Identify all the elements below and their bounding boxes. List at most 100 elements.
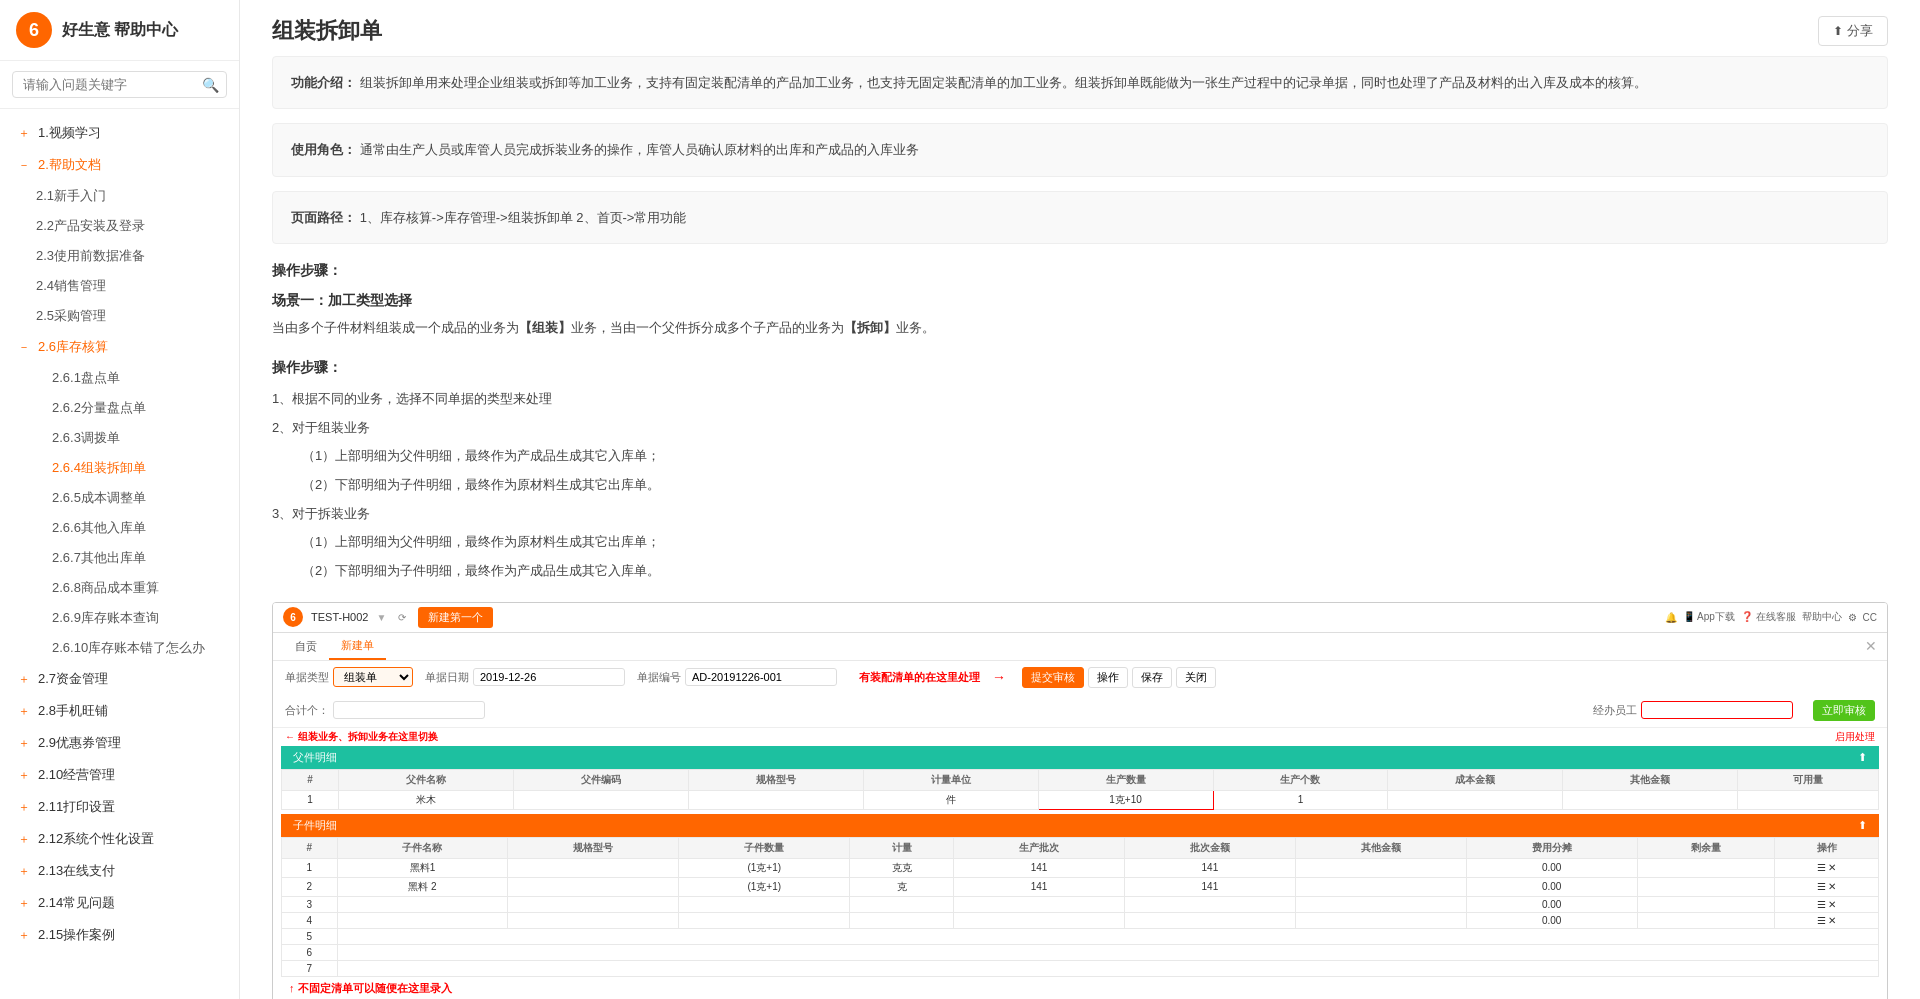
ss-type-label: 单据类型	[285, 670, 329, 685]
ss-upper-th-7: 生产个数	[1213, 769, 1388, 790]
ss-summary-input[interactable]	[333, 701, 485, 719]
sidebar-sub-s2-6-9[interactable]: 2.6.9库存账本查询	[0, 603, 239, 633]
sidebar-sub-s2-4[interactable]: 2.4销售管理	[0, 271, 239, 301]
ss-submit-btn[interactable]: 提交审核	[1022, 667, 1084, 688]
sidebar-sub-s2-2[interactable]: 2.2产品安装及登录	[0, 211, 239, 241]
ss-lower-td-3-7	[1124, 896, 1295, 912]
role-text: 通常由生产人员或库管人员完成拆装业务的操作，库管人员确认原材料的出库和产成品的入…	[360, 142, 919, 157]
sidebar-item-label-s2-7: 2.7资金管理	[38, 670, 108, 688]
sidebar-sub-s2-6-8[interactable]: 2.6.8商品成本重算	[0, 573, 239, 603]
sidebar-sub-s2-6-2[interactable]: 2.6.2分量盘点单	[0, 393, 239, 423]
sidebar-sub-s2-1[interactable]: 2.1新手入门	[0, 181, 239, 211]
ss-worker-input[interactable]	[1641, 701, 1793, 719]
sidebar-item-s1[interactable]: ＋ 1.视频学习	[0, 117, 239, 149]
step-3-2: （2）下部明细为子件明细，最终作为产成品生成其它入库单。	[272, 559, 1888, 584]
ss-nav-close[interactable]: ✕	[1865, 638, 1877, 654]
ss-topbar-icons: 🔔 📱 App下载 ❓ 在线客服 帮助中心 ⚙ CC	[1665, 610, 1877, 624]
plus-icon-2-13: ＋	[16, 863, 32, 879]
ss-new-btn[interactable]: 新建第一个	[418, 607, 493, 628]
ss-lower-th-9: 费用分摊	[1466, 837, 1637, 858]
ss-date-input[interactable]	[473, 668, 625, 686]
ss-nav-tabs: 自贡 新建单 ✕	[273, 633, 1887, 661]
ss-confirm-btn[interactable]: 立即审核	[1813, 700, 1875, 721]
plus-icon-2-10: ＋	[16, 767, 32, 783]
ss-code-input[interactable]	[685, 668, 837, 686]
ss-lower-td-4-1: 4	[282, 912, 338, 928]
step-3-1: （1）上部明细为父件明细，最终作为原材料生成其它出库单；	[272, 530, 1888, 555]
table-row: 5	[282, 928, 1879, 944]
sidebar-sub-s2-6-7[interactable]: 2.6.7其他出库单	[0, 543, 239, 573]
ss-app-logo: 6	[283, 607, 303, 627]
ss-lower-td-3-8	[1295, 896, 1466, 912]
ss-upper-td-1-3	[513, 790, 688, 809]
feature-intro-text: 组装拆卸单用来处理企业组装或拆卸等加工业务，支持有固定装配清单的产品加工业务，也…	[360, 75, 1647, 90]
minus-icon-2-6: －	[16, 339, 32, 355]
sidebar-item-s2-13[interactable]: ＋ 2.13在线支付	[0, 855, 239, 887]
ss-lower-td-1-1: 1	[282, 858, 338, 877]
sidebar-item-s2-10[interactable]: ＋ 2.10经营管理	[0, 759, 239, 791]
ss-lower-th-10: 剩余量	[1637, 837, 1774, 858]
sidebar-item-s2-6[interactable]: － 2.6库存核算	[0, 331, 239, 363]
path-label: 页面路径：	[291, 210, 356, 225]
sidebar-item-s2-14[interactable]: ＋ 2.14常见问题	[0, 887, 239, 919]
search-input[interactable]	[12, 71, 227, 98]
sidebar-sub-s2-6-1[interactable]: 2.6.1盘点单	[0, 363, 239, 393]
ss-type-field: 单据类型 组装单 拆卸单	[285, 667, 413, 687]
sidebar-sub-s2-6-5[interactable]: 2.6.5成本调整单	[0, 483, 239, 513]
sidebar-item-label-s2-11: 2.11打印设置	[38, 798, 115, 816]
ss-upper-section-bar: 父件明细 ⬆	[281, 746, 1879, 769]
ss-save-btn[interactable]: 保存	[1132, 667, 1172, 688]
ss-form-area: 单据类型 组装单 拆卸单 单据日期 单据编号	[273, 661, 1887, 746]
path-text: 1、库存核算->库存管理->组装拆卸单 2、首页->常用功能	[360, 210, 687, 225]
sidebar-sub-s2-6-3[interactable]: 2.6.3调拨单	[0, 423, 239, 453]
ss-lower-bar-icon: ⬆	[1858, 819, 1867, 832]
sidebar-sub-s2-6-4[interactable]: 2.6.4组装拆卸单	[0, 453, 239, 483]
plus-icon-2-11: ＋	[16, 799, 32, 815]
ss-tab-home[interactable]: 自贡	[283, 634, 329, 659]
sidebar-item-s2-9[interactable]: ＋ 2.9优惠券管理	[0, 727, 239, 759]
sidebar-sub-s2-3[interactable]: 2.3使用前数据准备	[0, 241, 239, 271]
ss-dropdown-icon: ▼	[376, 612, 386, 623]
page-header: 组装拆卸单 ⬆ 分享	[240, 0, 1920, 56]
ss-summary-field: 合计个：	[285, 701, 485, 719]
ss-lower-td-3-10	[1637, 896, 1774, 912]
plus-icon-2-8: ＋	[16, 703, 32, 719]
ss-lower-td-2-7: 141	[1124, 877, 1295, 896]
ss-lower-td-7-1: 7	[282, 960, 338, 976]
sidebar: 6 好生意 帮助中心 🔍 ＋ 1.视频学习 － 2.帮助文档 2.1新手入门 2…	[0, 0, 240, 999]
ss-lower-td-4-9: 0.00	[1466, 912, 1637, 928]
ss-phone-icon: 📱 App下载	[1683, 610, 1735, 624]
ss-lower-td-4-11: ☰ ✕	[1775, 912, 1879, 928]
ss-lower-td-4-10	[1637, 912, 1774, 928]
annotation-text-4: ↑ 不固定清单可以随便在这里录入	[289, 982, 452, 994]
ss-close-btn[interactable]: 关闭	[1176, 667, 1216, 688]
ss-lower-td-3-3	[508, 896, 679, 912]
sidebar-sub-s2-6-10[interactable]: 2.6.10库存账本错了怎么办	[0, 633, 239, 663]
sidebar-sub-s2-5[interactable]: 2.5采购管理	[0, 301, 239, 331]
ops-steps-title: 操作步骤：	[272, 359, 1888, 377]
sidebar-item-s2-12[interactable]: ＋ 2.12系统个性化设置	[0, 823, 239, 855]
ss-upper-th-4: 规格型号	[688, 769, 863, 790]
ss-upper-th-2: 父件名称	[338, 769, 513, 790]
ss-lower-td-2-6: 141	[954, 877, 1125, 896]
ss-annotation-area: ← 组装业务、拆卸业务在这里切换 启用处理	[273, 727, 1887, 746]
sidebar-item-s2-7[interactable]: ＋ 2.7资金管理	[0, 663, 239, 695]
sidebar-item-s2-15[interactable]: ＋ 2.15操作案例	[0, 919, 239, 951]
ss-lower-td-1-5: 克克	[850, 858, 954, 877]
scene1-desc: 当由多个子件材料组装成一个成品的业务为【组装】业务，当由一个父件拆分成多个子产品…	[272, 316, 1888, 341]
ss-lower-td-1-7: 141	[1124, 858, 1295, 877]
ss-lower-th-5: 计量	[850, 837, 954, 858]
share-button[interactable]: ⬆ 分享	[1818, 16, 1888, 46]
ss-more-btn[interactable]: 操作	[1088, 667, 1128, 688]
annotation-block-4: ↑ 不固定清单可以随便在这里录入	[281, 977, 1879, 999]
ss-tab-new[interactable]: 新建单	[329, 633, 386, 660]
page-title: 组装拆卸单	[272, 16, 382, 46]
ss-type-select[interactable]: 组装单 拆卸单	[333, 667, 413, 687]
sidebar-item-s2-8[interactable]: ＋ 2.8手机旺铺	[0, 695, 239, 727]
sidebar-item-s2-11[interactable]: ＋ 2.11打印设置	[0, 791, 239, 823]
sidebar-sub-s2-6-6[interactable]: 2.6.6其他入库单	[0, 513, 239, 543]
ss-upper-table-wrap: 父件明细 ⬆ # 父件名称 父件编码 规格型号 计量单位 生产数量	[273, 746, 1887, 814]
feature-intro-block: 功能介绍： 组装拆卸单用来处理企业组装或拆卸等加工业务，支持有固定装配清单的产品…	[272, 56, 1888, 109]
sidebar-item-s2[interactable]: － 2.帮助文档	[0, 149, 239, 181]
minus-icon: －	[16, 157, 32, 173]
